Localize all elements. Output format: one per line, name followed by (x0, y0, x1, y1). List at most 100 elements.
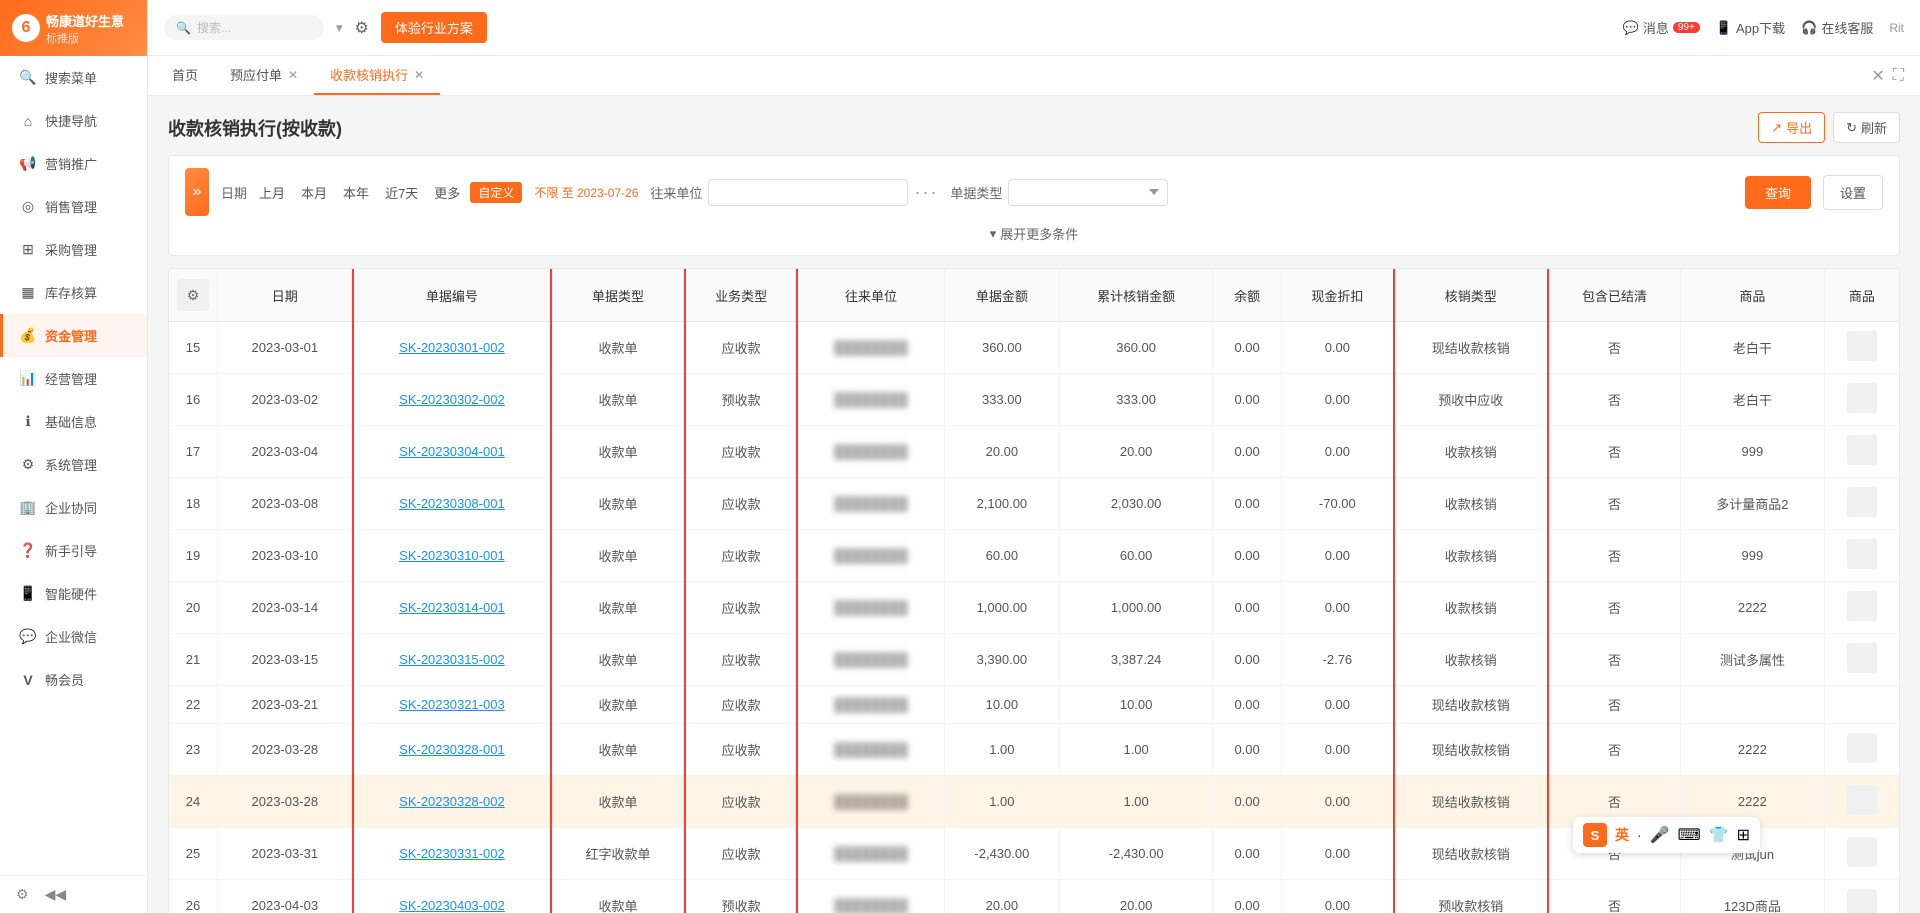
grid-icon: ⌨ (1678, 825, 1701, 845)
sidebar-item-sales[interactable]: ◎ 销售管理 (0, 185, 147, 228)
tab-prepay[interactable]: 预应付单 ✕ (214, 56, 314, 95)
bill-no-link[interactable]: SK-20230302-002 (399, 392, 505, 407)
solution-button[interactable]: 体验行业方案 (381, 12, 487, 43)
td-bill-no: SK-20230310-001 (353, 530, 552, 582)
td-partner: ████████ (797, 880, 944, 913)
bill-no-link[interactable]: SK-20230315-002 (399, 652, 505, 667)
tab-close-all-icon[interactable]: ✕ (1871, 66, 1884, 86)
query-button[interactable]: 查询 (1745, 176, 1811, 209)
watermark-s-icon: S (1583, 823, 1607, 847)
date-last-7days[interactable]: 近7天 (379, 181, 424, 204)
tab-collection-exec[interactable]: 收款核销执行 ✕ (314, 56, 440, 95)
td-product-img (1824, 776, 1899, 828)
bill-no-link[interactable]: SK-20230314-001 (399, 600, 505, 615)
sidebar-item-guide[interactable]: ❓ 新手引导 (0, 529, 147, 572)
date-this-year[interactable]: 本年 (337, 181, 375, 204)
bill-type-select[interactable] (1008, 179, 1168, 206)
bill-no-link[interactable]: SK-20230328-002 (399, 794, 505, 809)
sidebar-item-inventory[interactable]: ▦ 库存核算 (0, 271, 147, 314)
td-balance: 0.00 (1213, 724, 1282, 776)
refresh-button[interactable]: ↻ 刷新 (1833, 112, 1900, 143)
td-bill-amount: 3,390.00 (944, 634, 1060, 686)
messages-badge: 99+ (1673, 22, 1700, 33)
expand-chevron-icon: ▾ (990, 226, 997, 242)
export-button[interactable]: ↗ 导出 (1758, 112, 1825, 143)
sidebar-item-system[interactable]: ⚙ 系统管理 (0, 443, 147, 486)
td-balance: 0.00 (1213, 478, 1282, 530)
date-last-month[interactable]: 上月 (253, 181, 291, 204)
bill-no-link[interactable]: SK-20230321-003 (399, 697, 505, 712)
bill-no-link[interactable]: SK-20230328-001 (399, 742, 505, 757)
tab-prepay-close-icon[interactable]: ✕ (288, 68, 298, 82)
settings-bottom-icon[interactable]: ⚙ (16, 886, 29, 903)
bill-no-link[interactable]: SK-20230301-002 (399, 340, 505, 355)
td-date: 2023-03-01 (218, 322, 353, 374)
tab-collection-close-icon[interactable]: ✕ (414, 68, 424, 82)
sidebar-item-wechat[interactable]: 💬 企业微信 (0, 615, 147, 658)
partner-cell: ████████ (834, 652, 908, 667)
td-cumulative: 360.00 (1060, 322, 1213, 374)
sidebar-item-label: 营销推广 (45, 154, 97, 173)
settings-icon[interactable]: ⚙ (355, 18, 369, 38)
sidebar-item-label: 系统管理 (45, 455, 97, 474)
sidebar-item-search[interactable]: 🔍 搜索菜单 (0, 56, 147, 99)
dropdown-arrow-icon[interactable]: ▾ (336, 20, 343, 36)
td-bill-type: 收款单 (551, 374, 685, 426)
bill-no-link[interactable]: SK-20230310-001 (399, 548, 505, 563)
collapse-icon[interactable]: ◀◀ (45, 886, 67, 903)
bill-no-link[interactable]: SK-20230304-001 (399, 444, 505, 459)
table-header-row: ⚙ 日期 单据编号 单据类型 业务类型 往来单位 单据金额 累计核销金额 余额 … (169, 269, 1899, 322)
filter-bar: » 日期 上月 本月 本年 近7天 更多 自定义 不限 至 2023-07-26 (168, 155, 1900, 256)
partner-input[interactable] (708, 179, 908, 206)
messages-button[interactable]: 💬 消息 99+ (1623, 18, 1700, 37)
tab-home[interactable]: 首页 (156, 56, 214, 95)
td-product: 2222 (1681, 724, 1825, 776)
sidebar-item-label: 快捷导航 (45, 111, 97, 130)
sidebar-item-enterprise[interactable]: 🏢 企业协同 (0, 486, 147, 529)
sidebar-item-hardware[interactable]: 📱 智能硬件 (0, 572, 147, 615)
td-include-settled: 否 (1548, 530, 1681, 582)
td-balance: 0.00 (1213, 880, 1282, 913)
table-row: 18 2023-03-08 SK-20230308-001 收款单 应收款 ██… (169, 478, 1899, 530)
sidebar-item-basic[interactable]: ℹ 基础信息 (0, 400, 147, 443)
date-this-month[interactable]: 本月 (295, 181, 333, 204)
column-settings-icon[interactable]: ⚙ (177, 279, 209, 311)
td-bill-no: SK-20230301-002 (353, 322, 552, 374)
sidebar-item-quick-nav[interactable]: ⌂ 快捷导航 (0, 99, 147, 142)
sidebar-item-member[interactable]: V 畅会员 (0, 658, 147, 701)
bill-no-link[interactable]: SK-20230308-001 (399, 496, 505, 511)
date-more[interactable]: 更多 (428, 181, 466, 204)
table-row: 21 2023-03-15 SK-20230315-002 收款单 应收款 ██… (169, 634, 1899, 686)
date-custom-button[interactable]: 自定义 (470, 182, 522, 203)
watermark-text: 英 (1615, 825, 1629, 845)
topbar: 🔍 搜索... ▾ ⚙ 体验行业方案 💬 消息 99+ 📱 App下载 🎧 在线… (148, 0, 1920, 56)
td-balance: 0.00 (1213, 374, 1282, 426)
topbar-search[interactable]: 🔍 搜索... (164, 15, 324, 40)
td-product: 测试多属性 (1681, 634, 1825, 686)
td-product-img (1824, 880, 1899, 913)
td-biz-type: 应收款 (685, 582, 798, 634)
filter-toggle-button[interactable]: » (185, 168, 209, 216)
filter-expand[interactable]: ▾ 展开更多条件 (185, 224, 1883, 243)
table-row: 15 2023-03-01 SK-20230301-002 收款单 应收款 ██… (169, 322, 1899, 374)
date-options: 上月 本月 本年 近7天 更多 自定义 (253, 181, 522, 204)
td-bill-no: SK-20230403-002 (353, 880, 552, 913)
tab-expand-icon[interactable]: ⛶ (1893, 67, 1904, 85)
bill-no-link[interactable]: SK-20230331-002 (399, 846, 505, 861)
sidebar-item-marketing[interactable]: 📢 营销推广 (0, 142, 147, 185)
th-bill-amount: 单据金额 (944, 269, 1060, 322)
td-cumulative: 1.00 (1060, 724, 1213, 776)
th-settings[interactable]: ⚙ (169, 269, 218, 322)
sidebar-item-finance[interactable]: 💰 资金管理 (0, 314, 147, 357)
app-download-button[interactable]: 📱 App下载 (1716, 18, 1785, 37)
td-no: 25 (169, 828, 218, 880)
sidebar-item-operation[interactable]: 📊 经营管理 (0, 357, 147, 400)
sidebar-item-purchase[interactable]: ⊞ 采购管理 (0, 228, 147, 271)
online-service-button[interactable]: 🎧 在线客服 (1801, 18, 1873, 37)
bill-no-link[interactable]: SK-20230403-002 (399, 898, 505, 913)
filter-settings-button[interactable]: 设置 (1823, 175, 1883, 210)
mic-icon: 🎤 (1650, 825, 1670, 845)
td-date: 2023-03-15 (218, 634, 353, 686)
partner-cell: ████████ (834, 496, 908, 511)
td-cumulative: 1,000.00 (1060, 582, 1213, 634)
